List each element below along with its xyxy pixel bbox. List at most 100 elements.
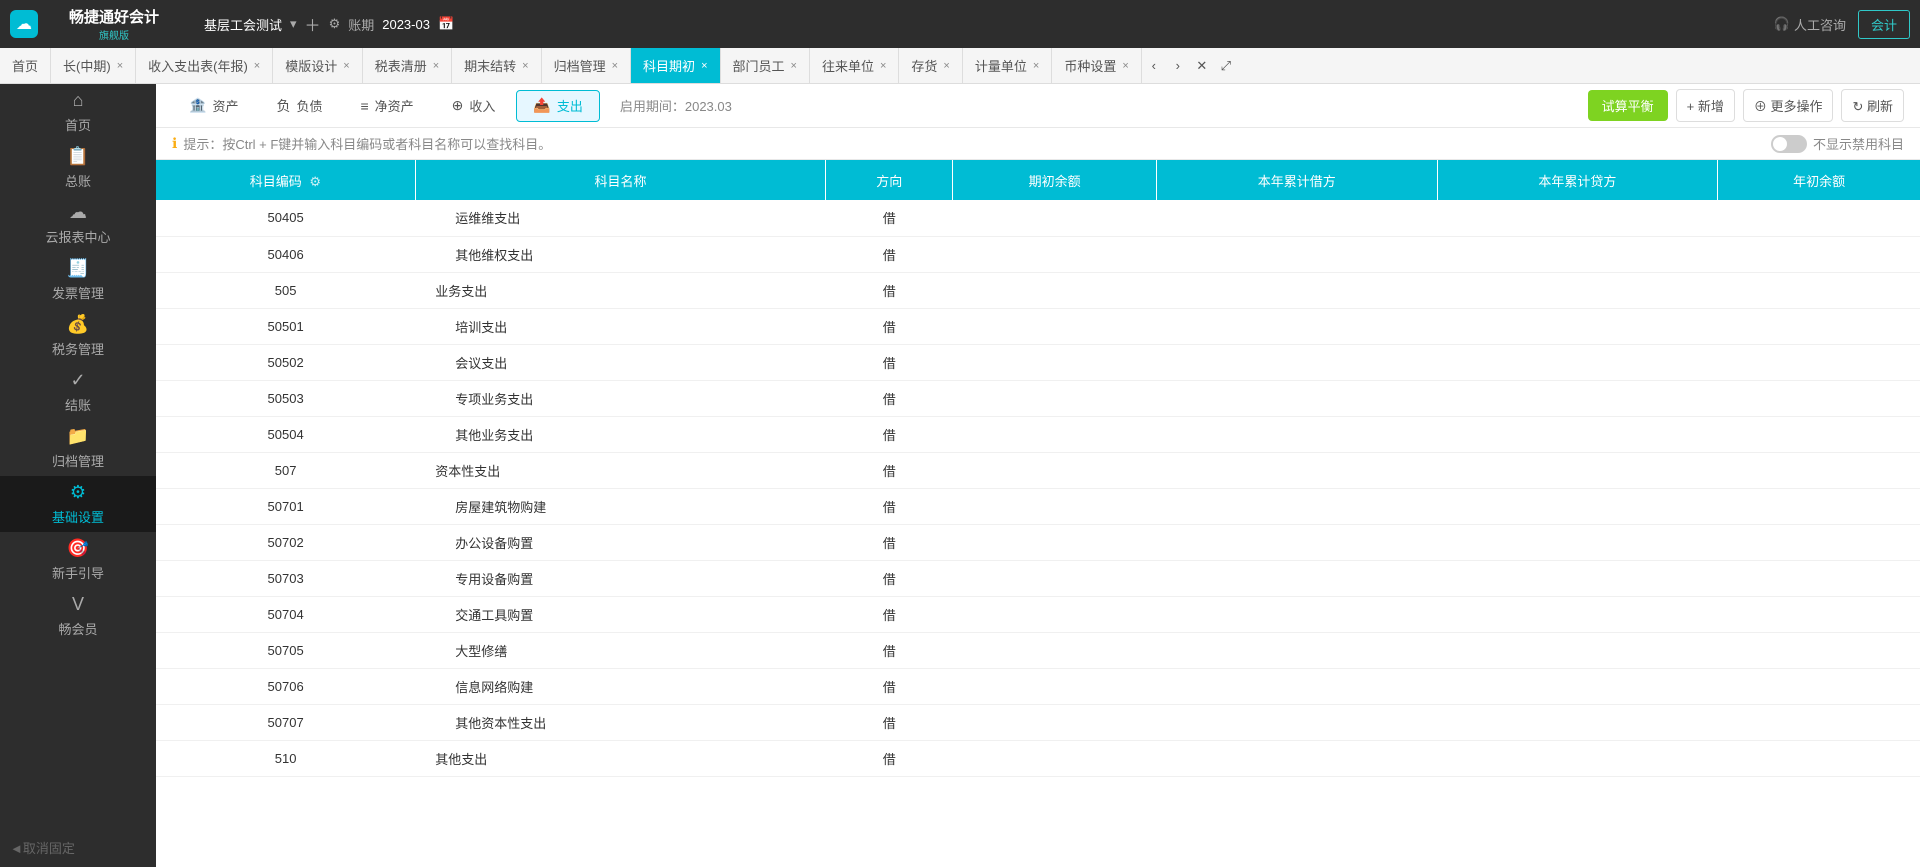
- home-icon: ⌂: [73, 90, 84, 111]
- table-row[interactable]: 50703专用设备购置借: [156, 560, 1920, 596]
- sidebar-item-tax[interactable]: 💰 税务管理: [0, 308, 156, 364]
- table-row[interactable]: 50405运维维支出借: [156, 200, 1920, 236]
- sub-tab-asset[interactable]: 🏦 资产: [172, 90, 255, 122]
- sub-tab-income[interactable]: ⊕ 收入: [435, 90, 513, 122]
- table-row[interactable]: 50701房屋建筑物购建借: [156, 488, 1920, 524]
- tab-contacts-close[interactable]: ×: [880, 60, 886, 72]
- tab-close-all-button[interactable]: ✕: [1190, 48, 1214, 84]
- cell-name: 专用设备购置: [415, 560, 825, 596]
- tab-prev-button[interactable]: ‹: [1142, 48, 1166, 84]
- app-title: 畅捷通好会计: [69, 6, 159, 27]
- tab-annual-report[interactable]: 收入支出表(年报) ×: [136, 48, 273, 84]
- tab-midterm[interactable]: 长(中期) ×: [51, 48, 136, 84]
- tab-template[interactable]: 模版设计 ×: [273, 48, 362, 84]
- table-row[interactable]: 50704交通工具购置借: [156, 596, 1920, 632]
- cell-ytd-debit: [1157, 488, 1438, 524]
- cell-code: 50704: [156, 596, 415, 632]
- calc-balance-button[interactable]: 试算平衡: [1588, 90, 1668, 121]
- cell-opening-balance: [953, 308, 1157, 344]
- support-button[interactable]: 🎧 人工咨询: [1774, 15, 1846, 34]
- tab-currency[interactable]: 币种设置 ×: [1052, 48, 1141, 84]
- sub-tab-net-asset[interactable]: ≡ 净资产: [343, 90, 430, 122]
- period-calendar-icon[interactable]: 📅: [438, 16, 454, 32]
- table-row[interactable]: 505业务支出借: [156, 272, 1920, 308]
- table-row[interactable]: 50707其他资本性支出借: [156, 704, 1920, 740]
- sub-tab-expense[interactable]: 📤 支出: [516, 90, 599, 122]
- tab-unit-close[interactable]: ×: [1033, 60, 1039, 72]
- cell-ytd-debit: [1157, 740, 1438, 776]
- tab-inventory-label: 存货: [911, 56, 937, 75]
- tab-archive-close[interactable]: ×: [612, 60, 618, 72]
- tab-annual-report-close[interactable]: ×: [254, 60, 260, 72]
- tab-subject-init-close[interactable]: ×: [701, 60, 707, 72]
- tab-dept-staff-close[interactable]: ×: [791, 60, 797, 72]
- tab-archive[interactable]: 归档管理 ×: [542, 48, 631, 84]
- company-dropdown-icon[interactable]: ▾: [290, 16, 297, 32]
- tab-tax[interactable]: 税表清册 ×: [363, 48, 452, 84]
- toggle-disabled-subjects[interactable]: [1771, 135, 1807, 153]
- collapse-label: ◄取消固定: [10, 838, 75, 857]
- table-row[interactable]: 50706信息网络购建借: [156, 668, 1920, 704]
- tab-unit[interactable]: 计量单位 ×: [963, 48, 1052, 84]
- cell-opening-balance: [953, 668, 1157, 704]
- sidebar-item-ledger[interactable]: 📋 总账: [0, 140, 156, 196]
- cell-ytd-credit: [1437, 560, 1718, 596]
- col-code: 科目编码 ⚙: [156, 160, 415, 200]
- table-container[interactable]: 科目编码 ⚙ 科目名称 方向 期初余额 本年累计借方 本年累计贷方 年初余额 5…: [156, 160, 1920, 867]
- tab-subject-init[interactable]: 科目期初 ×: [631, 48, 720, 84]
- sidebar-item-archive[interactable]: 📁 归档管理: [0, 420, 156, 476]
- table-row[interactable]: 510其他支出借: [156, 740, 1920, 776]
- table-row[interactable]: 50502会议支出借: [156, 344, 1920, 380]
- add-company-icon[interactable]: ＋: [305, 12, 321, 36]
- table-row[interactable]: 50501培训支出借: [156, 308, 1920, 344]
- tab-currency-close[interactable]: ×: [1122, 60, 1128, 72]
- sidebar-item-settings[interactable]: ⚙ 基础设置: [0, 476, 156, 532]
- cell-ytd-debit: [1157, 200, 1438, 236]
- sidebar-item-invoice[interactable]: 🧾 发票管理: [0, 252, 156, 308]
- sidebar-collapse-button[interactable]: ◄取消固定: [0, 828, 156, 867]
- table-row[interactable]: 507资本性支出借: [156, 452, 1920, 488]
- tab-period-transfer-close[interactable]: ×: [522, 60, 528, 72]
- tab-dept-staff[interactable]: 部门员工 ×: [721, 48, 810, 84]
- tab-midterm-close[interactable]: ×: [117, 60, 123, 72]
- cell-name: 交通工具购置: [415, 596, 825, 632]
- table-row[interactable]: 50702办公设备购置借: [156, 524, 1920, 560]
- add-button[interactable]: + 新增: [1676, 89, 1735, 122]
- cell-year-start-balance: [1718, 200, 1920, 236]
- sidebar-item-guide[interactable]: 🎯 新手引导: [0, 532, 156, 588]
- sidebar-item-vip[interactable]: V 畅会员: [0, 588, 156, 644]
- sidebar-item-close-accounts[interactable]: ✓ 结账: [0, 364, 156, 420]
- setting-icon[interactable]: ⚙: [329, 16, 341, 32]
- cell-opening-balance: [953, 632, 1157, 668]
- tab-next-button[interactable]: ›: [1166, 48, 1190, 84]
- tab-period-transfer[interactable]: 期末结转 ×: [452, 48, 541, 84]
- tab-home[interactable]: 首页: [0, 48, 51, 84]
- table-row[interactable]: 50504其他业务支出借: [156, 416, 1920, 452]
- sidebar-item-cloud-report[interactable]: ☁ 云报表中心: [0, 196, 156, 252]
- tab-tax-close[interactable]: ×: [433, 60, 439, 72]
- sidebar-label-home: 首页: [65, 115, 91, 134]
- account-button[interactable]: 会计: [1858, 10, 1910, 39]
- table-row[interactable]: 50705大型修缮借: [156, 632, 1920, 668]
- sidebar-label-vip: 畅会员: [58, 619, 97, 638]
- tab-contacts[interactable]: 往来单位 ×: [810, 48, 899, 84]
- sidebar-item-home[interactable]: ⌂ 首页: [0, 84, 156, 140]
- more-actions-button[interactable]: ⊕ 更多操作: [1743, 89, 1834, 122]
- cell-ytd-debit: [1157, 668, 1438, 704]
- sub-tab-liability[interactable]: 负 负债: [259, 90, 339, 122]
- table-row[interactable]: 50406其他维权支出借: [156, 236, 1920, 272]
- cell-year-start-balance: [1718, 632, 1920, 668]
- tab-template-close[interactable]: ×: [343, 60, 349, 72]
- cell-ytd-credit: [1437, 380, 1718, 416]
- tab-inventory[interactable]: 存货 ×: [899, 48, 962, 84]
- tab-inventory-close[interactable]: ×: [943, 60, 949, 72]
- table-row[interactable]: 50503专项业务支出借: [156, 380, 1920, 416]
- tab-expand-button[interactable]: ⤢: [1214, 48, 1238, 84]
- refresh-label: ↻ 刷新: [1852, 96, 1893, 115]
- col-gear-icon[interactable]: ⚙: [309, 174, 321, 189]
- cell-ytd-credit: [1437, 632, 1718, 668]
- refresh-button[interactable]: ↻ 刷新: [1841, 89, 1904, 122]
- period-value: 2023-03: [382, 17, 430, 32]
- logo-area: ☁ 畅捷通好会计 旗舰版: [10, 6, 184, 42]
- cell-ytd-credit: [1437, 488, 1718, 524]
